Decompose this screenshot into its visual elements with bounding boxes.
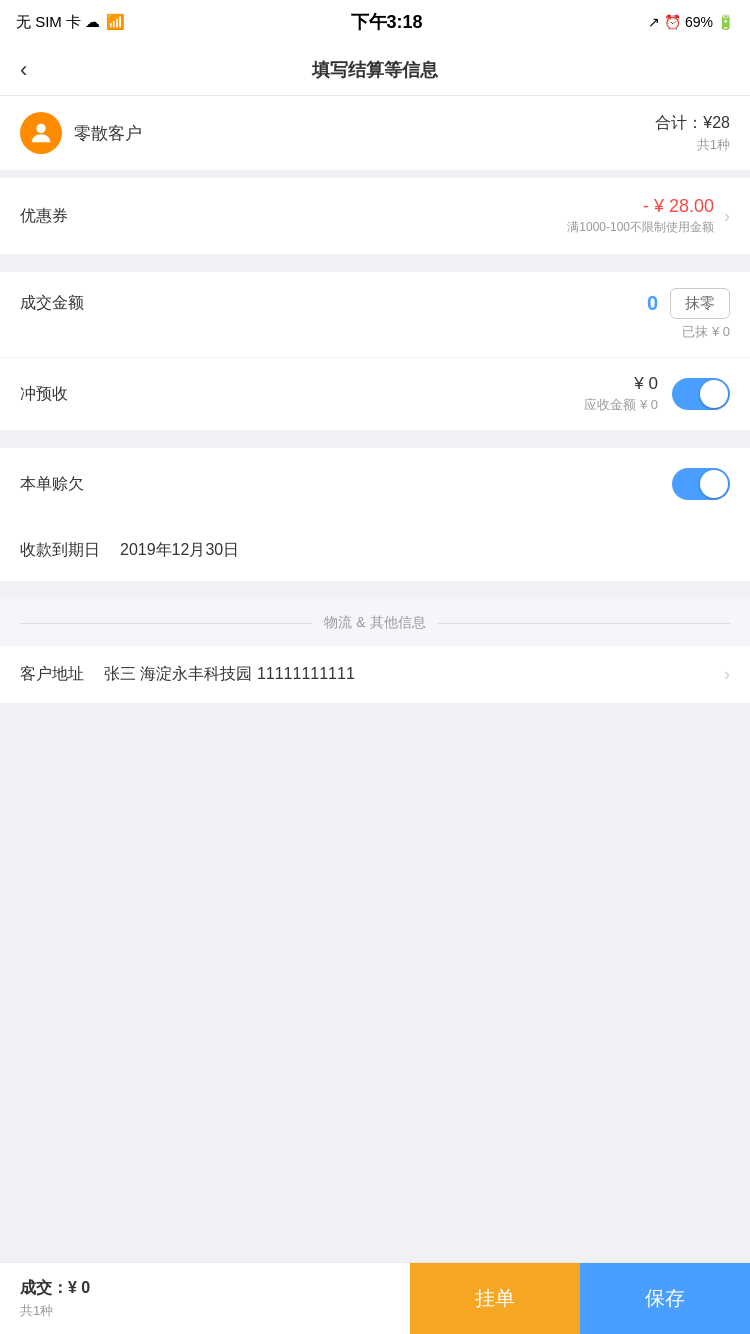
svg-point-0 xyxy=(36,124,45,133)
customer-left: 零散客户 xyxy=(20,112,142,154)
status-bar: 无 SIM 卡 ☁ 📶 下午3:18 ↗ ⏰ 69% 🔋 xyxy=(0,0,750,44)
coupon-card[interactable]: 优惠券 - ¥ 28.00 满1000-100不限制使用金额 › xyxy=(0,178,750,254)
main-content: 零散客户 合计：¥28 共1种 优惠券 - ¥ 28.00 满1000-100不… xyxy=(0,96,750,791)
section-divider-1 xyxy=(0,262,750,272)
battery-text: 69% xyxy=(685,14,713,30)
customer-count: 共1种 xyxy=(655,136,730,154)
address-label: 客户地址 xyxy=(20,664,84,685)
bottom-summary: 成交：¥ 0 共1种 xyxy=(0,1278,410,1320)
hang-button[interactable]: 挂单 xyxy=(410,1263,580,1335)
customer-avatar xyxy=(20,112,62,154)
transaction-top: 成交金额 0 抹零 xyxy=(20,288,730,319)
due-date-label: 收款到期日 xyxy=(20,540,100,561)
debt-label: 本单赊欠 xyxy=(20,474,84,495)
transaction-amount: 0 xyxy=(647,292,658,315)
address-value: 张三 海淀永丰科技园 11111111111 xyxy=(104,664,355,685)
debt-row: 本单赊欠 xyxy=(0,448,750,520)
address-chevron-icon: › xyxy=(724,664,730,685)
address-left: 客户地址 张三 海淀永丰科技园 11111111111 xyxy=(20,664,355,685)
section-divider-2 xyxy=(0,438,750,448)
status-time: 下午3:18 xyxy=(351,10,423,34)
prereceive-sub: 应收金额 ¥ 0 xyxy=(584,396,658,414)
bottom-bar: 成交：¥ 0 共1种 挂单 保存 xyxy=(0,1262,750,1334)
prereceive-row: 冲预收 ¥ 0 应收金额 ¥ 0 xyxy=(0,358,750,430)
customer-row: 零散客户 合计：¥28 共1种 xyxy=(0,96,750,170)
coupon-discount: - ¥ 28.00 xyxy=(567,196,714,217)
no-sim-text: 无 SIM 卡 ☁ xyxy=(16,13,100,32)
person-icon xyxy=(27,119,55,147)
prereceive-label: 冲预收 xyxy=(20,384,68,405)
battery-icon: 🔋 xyxy=(717,14,734,30)
address-card[interactable]: 客户地址 张三 海淀永丰科技园 11111111111 › xyxy=(0,646,750,703)
transaction-card: 成交金额 0 抹零 已抹 ¥ 0 冲预收 ¥ 0 应收金额 ¥ 0 xyxy=(0,272,750,430)
status-left: 无 SIM 卡 ☁ 📶 xyxy=(16,13,125,32)
location-icon: ↗ xyxy=(648,14,660,30)
section-divider-3 xyxy=(0,589,750,599)
coupon-right: - ¥ 28.00 满1000-100不限制使用金额 › xyxy=(567,196,730,236)
save-button[interactable]: 保存 xyxy=(580,1263,750,1335)
toggle-knob xyxy=(700,380,728,408)
transaction-row: 成交金额 0 抹零 已抹 ¥ 0 xyxy=(0,272,750,358)
alarm-icon: ⏰ xyxy=(664,14,681,30)
debt-toggle-knob xyxy=(700,470,728,498)
transaction-sub: 已抹 ¥ 0 xyxy=(20,323,730,341)
deal-label: 成交： xyxy=(20,1279,68,1296)
prereceive-toggle[interactable] xyxy=(672,378,730,410)
bottom-deal: 成交：¥ 0 xyxy=(20,1278,390,1299)
logistics-section: 物流 & 其他信息 xyxy=(0,599,750,646)
prereceive-right: ¥ 0 应收金额 ¥ 0 xyxy=(584,374,730,414)
logistics-label: 物流 & 其他信息 xyxy=(324,614,425,630)
transaction-right: 0 抹零 xyxy=(647,288,730,319)
nav-bar: ‹ 填写结算等信息 xyxy=(0,44,750,96)
customer-name: 零散客户 xyxy=(74,122,142,145)
coupon-value-group: - ¥ 28.00 满1000-100不限制使用金额 xyxy=(567,196,714,236)
page-title: 填写结算等信息 xyxy=(312,58,438,82)
deal-amount: ¥ 0 xyxy=(68,1279,90,1296)
prereceive-amount: ¥ 0 xyxy=(584,374,658,394)
address-row[interactable]: 客户地址 张三 海淀永丰科技园 11111111111 › xyxy=(0,646,750,703)
coupon-sub: 满1000-100不限制使用金额 xyxy=(567,219,714,236)
logistics-label-wrap: 物流 & 其他信息 xyxy=(312,613,437,632)
coupon-row[interactable]: 优惠券 - ¥ 28.00 满1000-100不限制使用金额 › xyxy=(0,178,750,254)
customer-summary: 合计：¥28 共1种 xyxy=(655,113,730,154)
bottom-count: 共1种 xyxy=(20,1302,390,1320)
chevron-right-icon: › xyxy=(724,206,730,227)
debt-toggle[interactable] xyxy=(672,468,730,500)
prereceive-values: ¥ 0 应收金额 ¥ 0 xyxy=(584,374,658,414)
due-date-row[interactable]: 收款到期日 2019年12月30日 xyxy=(0,520,750,581)
customer-total: 合计：¥28 xyxy=(655,113,730,134)
wifi-icon: 📶 xyxy=(106,13,125,31)
round-button[interactable]: 抹零 xyxy=(670,288,730,319)
status-right: ↗ ⏰ 69% 🔋 xyxy=(648,14,734,30)
coupon-label: 优惠券 xyxy=(20,206,68,227)
transaction-label: 成交金额 xyxy=(20,293,84,314)
back-button[interactable]: ‹ xyxy=(20,57,60,83)
debt-card: 本单赊欠 收款到期日 2019年12月30日 xyxy=(0,448,750,581)
due-date-value: 2019年12月30日 xyxy=(120,540,239,561)
